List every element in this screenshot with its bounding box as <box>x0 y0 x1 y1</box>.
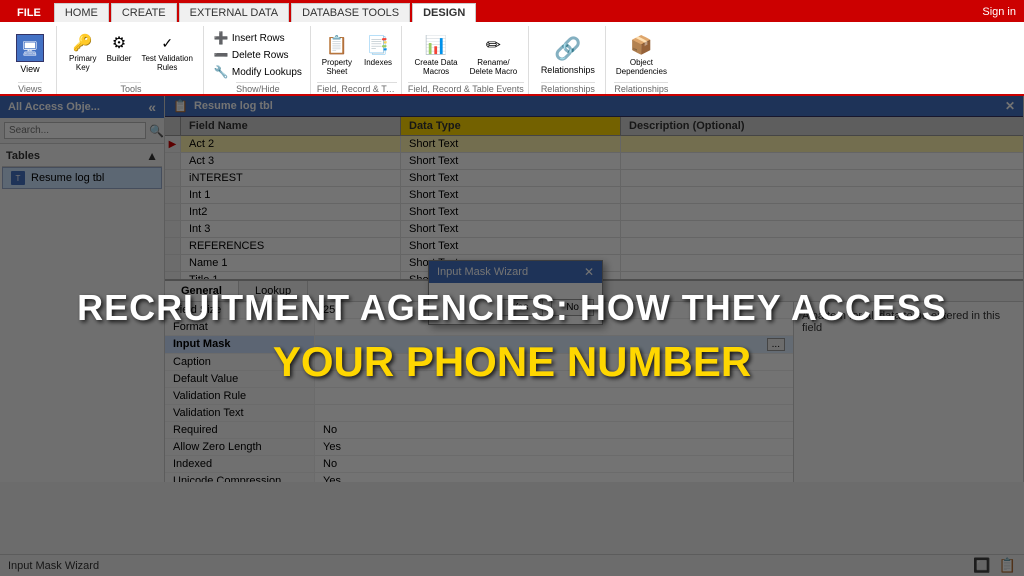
ribbon-btn-primary-key[interactable]: 🔑 Primary Key <box>65 30 101 74</box>
ribbon-btn-builder[interactable]: ⚙ Builder <box>103 30 136 65</box>
ribbon-group-relationships: 🔗 Relationships Relationships <box>531 26 606 94</box>
ribbon-content: 🖥 View Views 🔑 Primary Key ⚙ Builder ✓ <box>0 22 1024 96</box>
ribbon-group-macros-label: Field, Record & Table Events <box>408 82 524 94</box>
ribbon-group-views-label: Views <box>18 82 42 94</box>
ribbon-btn-delete-rows[interactable]: ➖ Delete Rows <box>212 47 304 63</box>
tab-design[interactable]: DESIGN <box>412 3 476 22</box>
ribbon-group-macros: 📊 Create DataMacros ✏ Rename/Delete Macr… <box>404 26 529 94</box>
ribbon-group-object-deps-label: Relationships <box>614 82 668 94</box>
ribbon-tabs: FILE HOME CREATE EXTERNAL DATA DATABASE … <box>0 0 1024 22</box>
ribbon-btn-view[interactable]: 🖥 View <box>10 26 50 82</box>
ribbon-group-props: 📋 PropertySheet 📑 Indexes Field, Record … <box>313 26 402 94</box>
ribbon-btn-relationships[interactable]: 🔗 Relationships <box>535 26 601 82</box>
tab-external-data[interactable]: EXTERNAL DATA <box>179 3 289 22</box>
ribbon-btn-rename-macro[interactable]: ✏ Rename/Delete Macro <box>466 30 522 78</box>
ribbon-group-showhide-label: Show/Hide <box>236 82 280 94</box>
ribbon-group-object-deps: 📦 ObjectDependencies Relationships <box>608 26 675 94</box>
ribbon-group-tools-label: Tools <box>120 82 141 94</box>
ribbon-group-views: 🖥 View Views <box>4 26 57 94</box>
ribbon-btn-object-dependencies[interactable]: 📦 ObjectDependencies <box>612 26 671 82</box>
ribbon-btn-property-sheet[interactable]: 📋 PropertySheet <box>318 30 356 78</box>
ribbon-btn-create-data-macros[interactable]: 📊 Create DataMacros <box>411 30 462 78</box>
ribbon-btn-insert-rows[interactable]: ➕ Insert Rows <box>212 30 304 46</box>
tab-file[interactable]: FILE <box>6 3 52 22</box>
overlay-subtitle: YOUR PHONE NUMBER <box>273 338 751 386</box>
ribbon-btn-modify-lookups[interactable]: 🔧 Modify Lookups <box>212 64 304 80</box>
ribbon-btn-indexes[interactable]: 📑 Indexes <box>360 30 396 69</box>
ribbon-btn-test-validation[interactable]: ✓ Test Validation Rules <box>137 30 196 74</box>
tab-home[interactable]: HOME <box>54 3 109 22</box>
tab-database-tools[interactable]: DATABASE TOOLS <box>291 3 410 22</box>
video-overlay: RECRUITMENT AGENCIES: HOW THEY ACCESS YO… <box>0 96 1024 576</box>
ribbon-group-props-label: Field, Record & Table Events <box>317 82 397 94</box>
sign-in[interactable]: Sign in <box>982 6 1016 22</box>
overlay-title: RECRUITMENT AGENCIES: HOW THEY ACCESS <box>77 286 947 329</box>
tab-create[interactable]: CREATE <box>111 3 177 22</box>
ribbon-group-showhide: ➕ Insert Rows ➖ Delete Rows 🔧 Modify Loo… <box>206 26 311 94</box>
ribbon-group-tools: 🔑 Primary Key ⚙ Builder ✓ Test Validatio… <box>59 26 204 94</box>
ribbon-group-relationships-label: Relationships <box>541 82 595 94</box>
